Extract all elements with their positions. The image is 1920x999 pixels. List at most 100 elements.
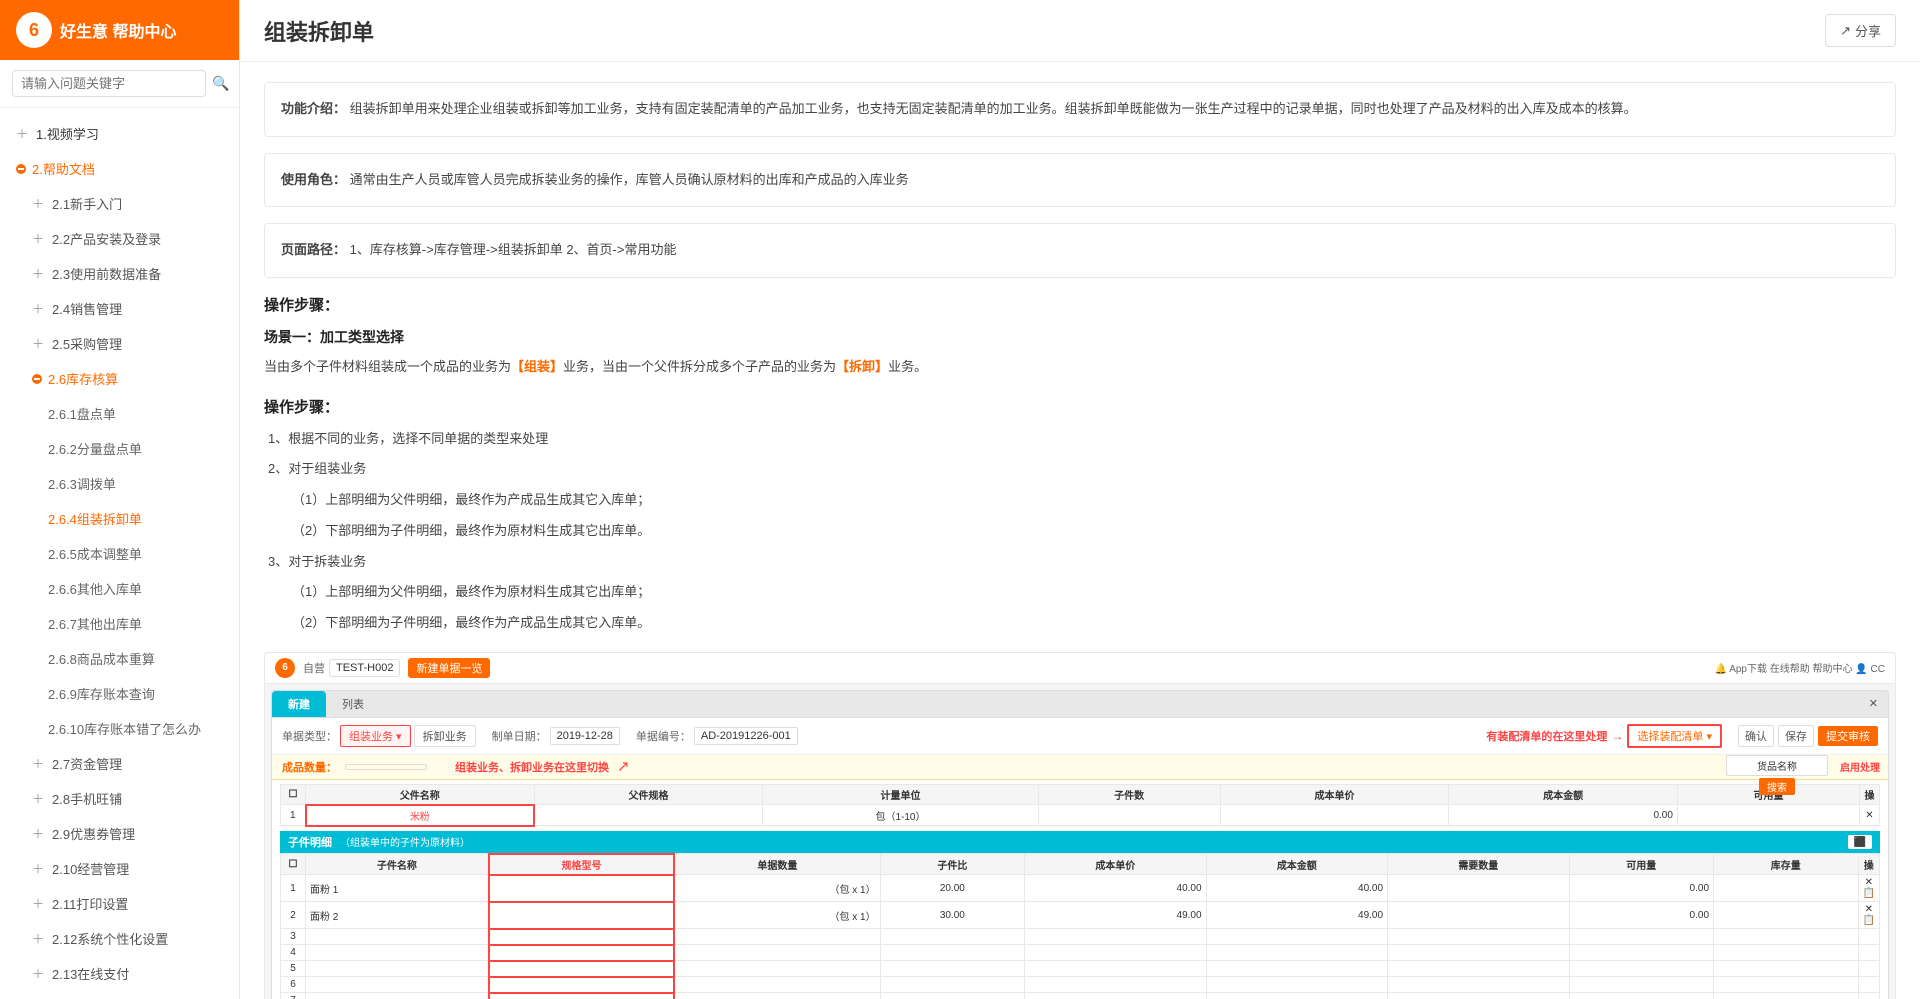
sidebar-item-video[interactable]: ＋ 1.视频学习 [0, 116, 239, 151]
sidebar-item-stocktake[interactable]: 2.6.1盘点单 [0, 396, 239, 431]
mock-form-qty[interactable] [345, 764, 427, 770]
sidebar-item-purchase[interactable]: ＋ 2.5采购管理 [0, 326, 239, 361]
sidebar-item-sales[interactable]: ＋ 2.4销售管理 [0, 291, 239, 326]
mock-company: 自营 [303, 660, 325, 676]
nav-list: ＋ 1.视频学习 2.帮助文档 ＋ 2.1新手入门 ＋ 2.2产品安装及登录 ＋… [0, 108, 239, 999]
mock-num-value[interactable]: AD-20191226-001 [694, 727, 798, 745]
mock-type-assembly[interactable]: 组装业务 ▾ [340, 725, 411, 747]
step3-1: （1）上部明细为父件明细，最终作为原材料生成其它出库单； [268, 580, 1896, 605]
sidebar-item-install[interactable]: ＋ 2.2产品安装及登录 [0, 221, 239, 256]
path-label: 页面路径： [281, 242, 346, 257]
sidebar-item-operation[interactable]: ＋ 2.10经营管理 [0, 851, 239, 886]
mock-num-label: 单据编号： [636, 728, 691, 744]
lower-table: ☐ 子件名称 规格型号 单据数量 子件比 成本单价 成本金额 需要数量 可用量 [280, 853, 1880, 999]
app-logo-icon: 6 [16, 12, 52, 48]
col-count: 子件数 [1038, 784, 1220, 805]
mock-form-qty-label: 成品数量： [282, 759, 337, 775]
step2-1: （1）上部明细为父件明细，最终作为产成品生成其它入库单； [268, 488, 1896, 513]
col-parent: 父件名称 [306, 784, 535, 805]
mock-close-icon[interactable]: ✕ [1859, 692, 1888, 715]
function-intro-text: 组装拆卸单用来处理企业组装或拆卸等加工业务，支持有固定装配清单的产品加工业务，也… [350, 101, 1637, 116]
mock-type-disassembly[interactable]: 拆卸业务 [414, 725, 476, 747]
plus-icon-4: ＋ [32, 265, 46, 282]
col-cost-price: 成本单价 [1220, 784, 1449, 805]
plus-icon-12: ＋ [32, 930, 46, 947]
role-block: 使用角色： 通常由生产人员或库管人员完成拆装业务的操作，库管人员确认原材料的出库… [264, 153, 1896, 208]
annotation-arrow-up: ↙ [617, 758, 630, 776]
sidebar-item-partial-stocktake[interactable]: 2.6.2分量盘点单 [0, 431, 239, 466]
mock-tab-list[interactable]: 列表 [326, 691, 380, 717]
mock-logo: 6 [275, 658, 295, 678]
sidebar-item-docs[interactable]: 2.帮助文档 [0, 151, 239, 186]
col-unit: 计量单位 [763, 784, 1038, 805]
sidebar-item-transfer[interactable]: 2.6.3调拨单 [0, 466, 239, 501]
mock-submit-btn[interactable]: 提交审核 [1818, 726, 1878, 746]
plus-icon-5: ＋ [32, 300, 46, 317]
scene1-desc: 当由多个子件材料组装成一个成品的业务为【组装】业务，当由一个父件拆分成多个子产品… [264, 355, 1896, 380]
sidebar-item-coupon[interactable]: ＋ 2.9优惠券管理 [0, 816, 239, 851]
sidebar-item-custom[interactable]: ＋ 2.12系统个性化设置 [0, 921, 239, 956]
mock-confirm-btn[interactable]: 确认 [1738, 725, 1774, 747]
sidebar-item-other-in[interactable]: 2.6.6其他入库单 [0, 571, 239, 606]
mock-save-btn[interactable]: 保存 [1778, 725, 1814, 747]
step1: 1、根据不同的业务，选择不同单据的类型来处理 [268, 427, 1896, 452]
plus-icon-6: ＋ [32, 335, 46, 352]
sidebar-item-mobile[interactable]: ＋ 2.8手机旺铺 [0, 781, 239, 816]
mock-screenshot: 6 自营 TEST-H002 新建单据一览 🔔 App下载 在线帮助 帮助中心 … [265, 653, 1895, 999]
sidebar-item-other-out[interactable]: 2.6.7其他出库单 [0, 606, 239, 641]
lower-table-header-bar: 子件明细 （组装单中的子件为原材料） ⬛ [280, 831, 1880, 853]
sidebar-item-print[interactable]: ＋ 2.11打印设置 [0, 886, 239, 921]
sidebar-item-cost-recalc[interactable]: 2.6.8商品成本重算 [0, 641, 239, 676]
sidebar-item-beginner[interactable]: ＋ 2.1新手入门 [0, 186, 239, 221]
mock-search-btn[interactable]: 搜索 [1759, 778, 1795, 795]
step3: 3、对于拆装业务 [268, 550, 1896, 575]
main-header: 组装拆卸单 ↗ 分享 [240, 0, 1920, 62]
minus-icon [16, 164, 26, 174]
sidebar-item-ledger-error[interactable]: 2.6.10库存账本错了怎么办 [0, 711, 239, 746]
sidebar-item-finance[interactable]: ＋ 2.7资金管理 [0, 746, 239, 781]
sidebar-item-faq[interactable]: ＋ 2.14常见问题 [0, 991, 239, 999]
role-label: 使用角色： [281, 172, 346, 187]
sidebar-item-payment[interactable]: ＋ 2.13在线支付 [0, 956, 239, 991]
mock-new-btn[interactable]: 新建单据一览 [408, 658, 490, 678]
share-icon: ↗ [1840, 23, 1851, 39]
function-intro-label: 功能介绍： [281, 101, 346, 116]
sidebar-item-assembly[interactable]: 2.6.4组装拆卸单 [0, 501, 239, 536]
screenshot-container: 6 自营 TEST-H002 新建单据一览 🔔 App下载 在线帮助 帮助中心 … [264, 652, 1896, 999]
annotation-switch-label: 组装业务、拆卸业务在这里切换 [455, 759, 609, 775]
function-intro-block: 功能介绍： 组装拆卸单用来处理企业组装或拆卸等加工业务，支持有固定装配清单的产品… [264, 82, 1896, 137]
ops-steps-title: 操作步骤： [264, 396, 1896, 417]
upper-table: ☐ 父件名称 父件规格 计量单位 子件数 成本单价 成本金额 可用量 操 [280, 784, 1880, 827]
steps-list: 1、根据不同的业务，选择不同单据的类型来处理 2、对于组装业务 （1）上部明细为… [264, 427, 1896, 636]
lower-table-title: 子件明细 [288, 834, 332, 850]
plus-icon-13: ＋ [32, 965, 46, 982]
scene1-title: 场景一：加工类型选择 [264, 327, 1896, 347]
plus-icon-10: ＋ [32, 860, 46, 877]
sidebar-item-cost-adjust[interactable]: 2.6.5成本调整单 [0, 536, 239, 571]
mock-company-dropdown[interactable]: TEST-H002 [329, 659, 400, 677]
plus-icon-8: ＋ [32, 790, 46, 807]
plus-icon-3: ＋ [32, 230, 46, 247]
mock-fixed-btn[interactable]: 选择装配清单 ▾ [1627, 724, 1722, 748]
path-block: 页面路径： 1、库存核算->库存管理->组装拆卸单 2、首页->常用功能 [264, 223, 1896, 278]
plus-icon-9: ＋ [32, 825, 46, 842]
search-button[interactable]: 🔍 [212, 75, 229, 92]
sidebar-header: 6 好生意 帮助中心 [0, 0, 239, 60]
step2: 2、对于组装业务 [268, 457, 1896, 482]
share-button[interactable]: ↗ 分享 [1825, 14, 1896, 47]
mock-type-label: 单据类型： [282, 728, 337, 744]
sidebar-item-inventory[interactable]: 2.6库存核算 [0, 361, 239, 396]
sidebar-item-ledger-query[interactable]: 2.6.9库存账本查询 [0, 676, 239, 711]
mock-date-value[interactable]: 2019-12-28 [550, 727, 620, 745]
main-content: 组装拆卸单 ↗ 分享 功能介绍： 组装拆卸单用来处理企业组装或拆卸等加工业务，支… [240, 0, 1920, 999]
content-area: 功能介绍： 组装拆卸单用来处理企业组装或拆卸等加工业务，支持有固定装配清单的产品… [240, 62, 1920, 999]
mock-goods-search[interactable]: 货品名称 [1726, 755, 1828, 776]
lower-add-btn[interactable]: ⬛ [1848, 835, 1872, 849]
path-text: 1、库存核算->库存管理->组装拆卸单 2、首页->常用功能 [350, 242, 677, 257]
plus-icon-7: ＋ [32, 755, 46, 772]
sidebar-item-data[interactable]: ＋ 2.3使用前数据准备 [0, 256, 239, 291]
ops-title: 操作步骤： [264, 294, 1896, 315]
mock-tab-new[interactable]: 新建 [272, 691, 326, 717]
col-cost-amount: 成本金额 [1449, 784, 1678, 805]
search-input[interactable] [12, 70, 206, 97]
